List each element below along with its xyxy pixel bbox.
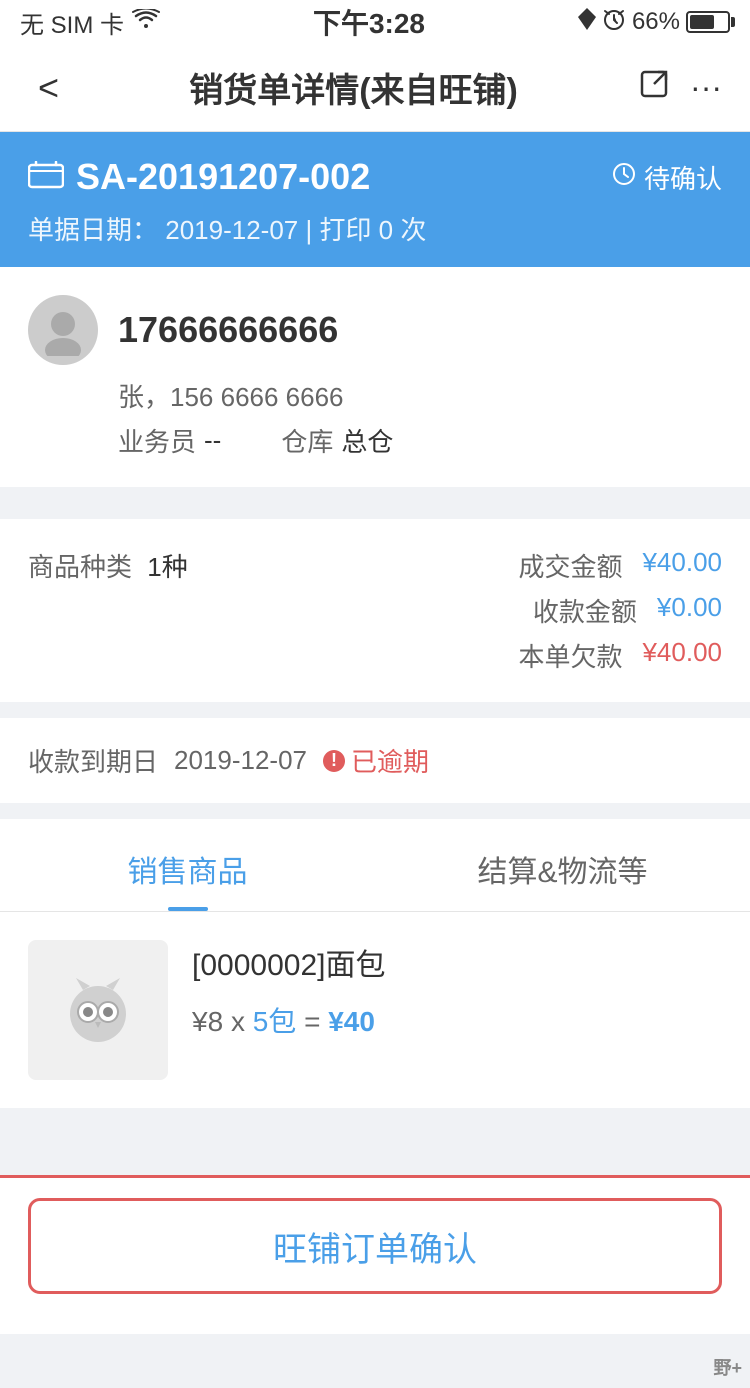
owed-amount-value: ¥40.00 <box>642 637 722 674</box>
product-type: 商品种类 1种 <box>28 547 188 584</box>
tabs: 销售商品 结算&物流等 <box>0 819 750 912</box>
product-count: 1种 <box>147 552 187 582</box>
customer-phone: 17666666666 <box>118 309 338 351</box>
status-time: 下午3:28 <box>313 2 425 42</box>
transaction-amount: 成交金额 ¥40.00 <box>518 547 722 584</box>
status-bar: 无 SIM 卡 下午3:28 66% <box>0 0 750 44</box>
location-icon <box>578 8 596 37</box>
customer-meta: 业务员 -- 仓库 总仓 <box>28 422 722 459</box>
received-amount-label: 收款金额 <box>533 592 637 629</box>
received-amount-value: ¥0.00 <box>657 592 722 629</box>
order-id-row: SA-20191207-002 待确认 <box>28 156 722 198</box>
owed-amount: 本单欠款 ¥40.00 <box>518 637 722 674</box>
order-date: 单据日期： 2019-12-07 | 打印 0 次 <box>28 210 722 247</box>
back-button[interactable]: < <box>28 57 69 119</box>
clock-icon <box>612 162 636 193</box>
nav-actions: ··· <box>638 68 722 108</box>
battery-percentage: 66% <box>632 8 680 36</box>
customer-section: 17666666666 张，156 6666 6666 业务员 -- 仓库 总仓 <box>0 267 750 487</box>
owed-amount-label: 本单欠款 <box>518 637 622 674</box>
customer-name: 张，156 6666 6666 <box>28 377 722 414</box>
transaction-amount-label: 成交金额 <box>518 547 622 584</box>
sales-value: -- <box>204 425 221 456</box>
overdue-badge: ! 已逾期 <box>323 742 429 779</box>
alarm-icon <box>602 7 626 38</box>
status-right: 66% <box>578 7 730 38</box>
overdue-icon: ! <box>323 750 345 772</box>
carrier-label: 无 SIM 卡 <box>20 5 124 40</box>
page-title: 销货单详情(来自旺铺) <box>189 63 518 112</box>
battery-icon <box>686 11 730 33</box>
transaction-amount-value: ¥40.00 <box>642 547 722 584</box>
summary-section: 商品种类 1种 成交金额 ¥40.00 收款金额 ¥0.00 本单欠款 ¥40.… <box>0 519 750 702</box>
product-section: 野+ [0000002]面包 ¥8 x 5包 = ¥40 <box>0 912 750 1108</box>
warehouse-value: 总仓 <box>341 422 393 459</box>
tab-sales-product[interactable]: 销售商品 <box>0 819 375 911</box>
nav-bar: < 销货单详情(来自旺铺) ··· <box>0 44 750 132</box>
sales-label: 业务员 <box>118 422 196 459</box>
product-name: [0000002]面包 <box>192 940 722 984</box>
tab-settlement[interactable]: 结算&物流等 <box>375 819 750 911</box>
due-date-value: 2019-12-07 <box>174 745 307 776</box>
received-amount: 收款金额 ¥0.00 <box>533 592 722 629</box>
product-total: ¥40 <box>328 1006 375 1037</box>
section-divider-2 <box>0 702 750 718</box>
share-icon[interactable] <box>638 68 670 108</box>
overdue-text: 已逾期 <box>351 742 429 779</box>
due-section: 收款到期日 2019-12-07 ! 已逾期 <box>0 718 750 803</box>
more-icon[interactable]: ··· <box>690 69 722 106</box>
section-divider-1 <box>0 503 750 519</box>
product-price: ¥8 x 5包 = ¥40 <box>192 1000 722 1040</box>
sales-meta: 业务员 -- <box>118 422 221 459</box>
summary-right: 成交金额 ¥40.00 收款金额 ¥0.00 本单欠款 ¥40.00 <box>518 547 722 674</box>
product-qty: 5包 <box>253 1006 297 1037</box>
confirm-order-button[interactable]: 旺铺订单确认 <box>28 1198 722 1294</box>
order-id-icon <box>28 156 64 198</box>
avatar <box>28 295 98 365</box>
confirm-btn-wrapper: 旺铺订单确认 <box>0 1175 750 1334</box>
status-left: 无 SIM 卡 <box>20 5 160 40</box>
multiply-sign: x <box>231 1006 253 1037</box>
warehouse-meta: 仓库 总仓 <box>281 422 393 459</box>
warehouse-label: 仓库 <box>281 422 333 459</box>
order-id: SA-20191207-002 <box>28 156 370 198</box>
product-thumbnail: 野+ <box>28 940 168 1080</box>
product-info: [0000002]面包 ¥8 x 5包 = ¥40 <box>192 940 722 1080</box>
due-label: 收款到期日 <box>28 742 158 779</box>
price-unit: ¥8 <box>192 1006 223 1037</box>
order-status: 待确认 <box>612 159 722 196</box>
section-divider-3 <box>0 803 750 819</box>
equals-sign: = <box>304 1006 328 1037</box>
order-header: SA-20191207-002 待确认 单据日期： 2019-12-07 | 打… <box>0 132 750 267</box>
wifi-icon <box>132 8 160 36</box>
customer-row: 17666666666 <box>28 295 722 365</box>
